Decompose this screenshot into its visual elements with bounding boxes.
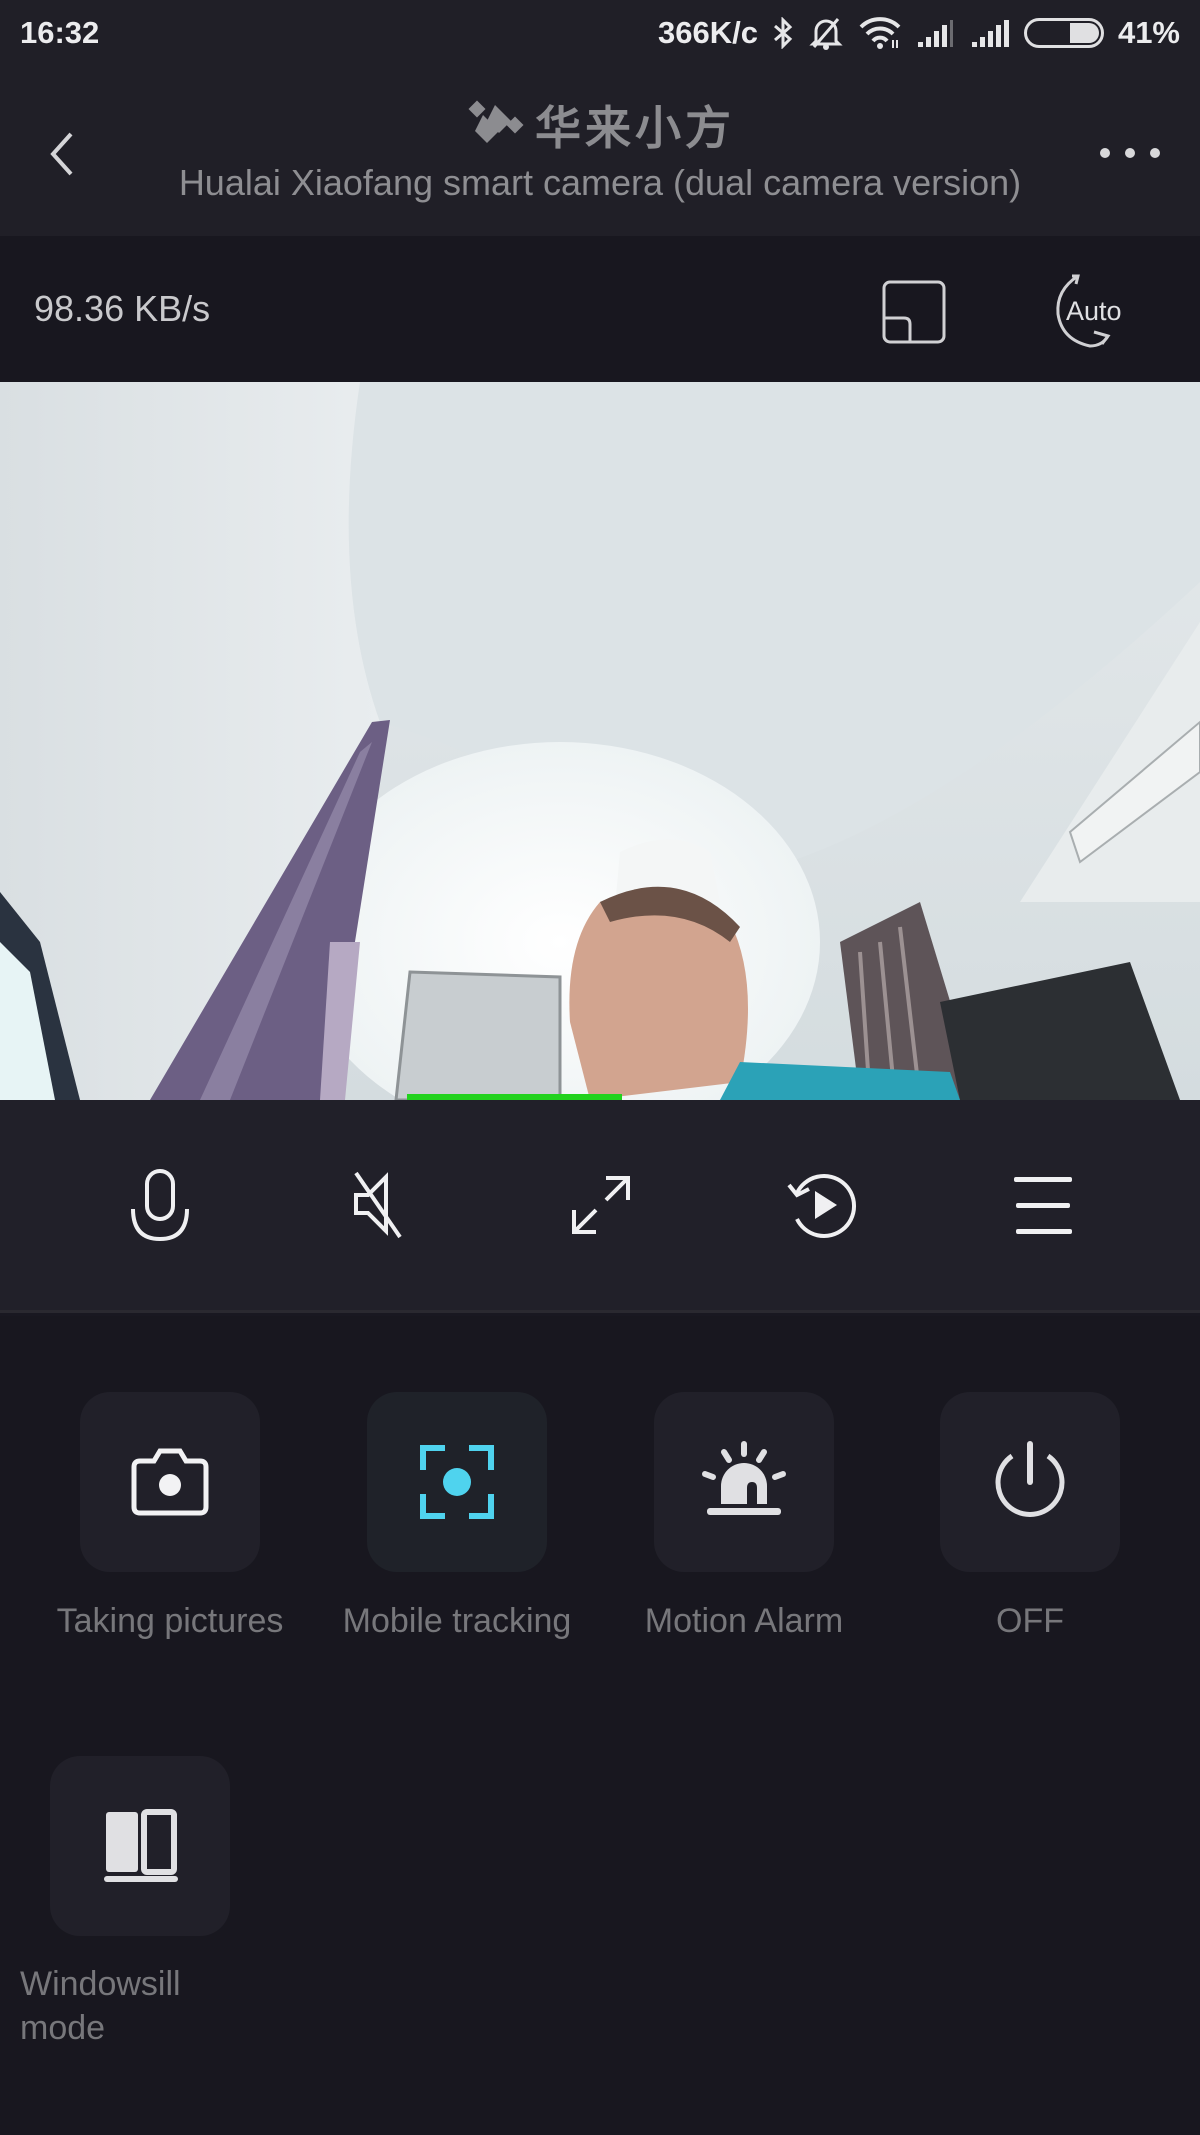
menu-button[interactable]	[998, 1160, 1088, 1250]
feature-motion-alarm[interactable]: Motion Alarm	[624, 1392, 864, 1641]
bluetooth-icon	[772, 17, 794, 49]
feature-mobile-tracking[interactable]: Mobile tracking	[337, 1392, 577, 1641]
motion-alarm-button[interactable]	[654, 1392, 834, 1572]
speaker-muted-icon	[354, 1171, 402, 1239]
brand-logo: 华来小方	[0, 92, 1200, 158]
feature-label: Taking pictures	[56, 1602, 284, 1640]
feature-label: Mobile tracking	[342, 1602, 572, 1640]
expand-icon	[572, 1176, 630, 1234]
playback-button[interactable]	[776, 1160, 866, 1250]
night-vision-auto-icon: Auto	[1056, 274, 1122, 348]
night-mode-label: Auto	[1066, 296, 1122, 326]
status-icons: 366K/с 41%	[658, 15, 1180, 51]
feature-windowsill-mode[interactable]: Windowsill mode	[20, 1756, 290, 2050]
device-subtitle: Hualai Xiaofang smart camera (dual camer…	[178, 162, 1022, 203]
wifi-icon	[858, 16, 902, 50]
menu-icon	[1014, 1177, 1072, 1234]
feature-power[interactable]: OFF	[910, 1392, 1150, 1641]
playback-controls	[0, 1100, 1200, 1313]
windowsill-mode-button[interactable]	[50, 1756, 230, 1936]
windowsill-icon	[104, 1809, 178, 1882]
bitrate-readout: 98.36 KB/s	[34, 288, 211, 329]
picture-in-picture-icon	[882, 280, 946, 344]
video-frame	[0, 382, 1200, 1100]
brand-name: 华来小方	[535, 101, 735, 155]
status-bar: 16:32 366K/с 41%	[0, 0, 1200, 66]
mobile-tracking-button[interactable]	[367, 1392, 547, 1572]
mute-button[interactable]	[332, 1160, 422, 1250]
feature-label: OFF	[996, 1602, 1064, 1640]
status-time: 16:32	[20, 15, 100, 50]
xiaofang-logo-icon	[468, 100, 524, 143]
live-video-feed[interactable]	[0, 382, 1200, 1100]
feature-label: Windowsill mode	[20, 1965, 181, 2047]
more-options-button[interactable]	[1100, 138, 1160, 168]
camera-icon	[131, 1448, 209, 1516]
night-vision-button[interactable]: Auto	[1050, 270, 1140, 350]
more-dot	[1150, 148, 1160, 158]
feature-taking-pictures[interactable]: Taking pictures	[50, 1392, 290, 1641]
feature-label: Motion Alarm	[644, 1602, 844, 1640]
replay-icon	[787, 1174, 857, 1238]
stream-info-bar: 98.36 KB/s Auto	[0, 236, 1200, 382]
picture-in-picture-button[interactable]	[880, 276, 948, 344]
signal-icon	[970, 18, 1010, 48]
app-header: 华来小方 Hualai Xiaofang smart camera (dual …	[0, 66, 1200, 236]
tracking-focus-icon	[420, 1445, 494, 1519]
battery-level	[1070, 23, 1099, 43]
feature-grid: Taking pictures Mobile tracking Motion A…	[0, 1316, 1200, 2135]
taking-pictures-button[interactable]	[80, 1392, 260, 1572]
more-dots-icon	[1100, 148, 1110, 158]
alarm-off-icon	[808, 15, 844, 51]
microphone-button[interactable]	[115, 1160, 205, 1250]
siren-icon	[702, 1441, 786, 1515]
battery-percent: 41%	[1117, 15, 1180, 50]
power-off-button[interactable]	[940, 1392, 1120, 1572]
signal-icon	[916, 18, 956, 48]
fullscreen-button[interactable]	[556, 1160, 646, 1250]
microphone-icon	[131, 1169, 189, 1242]
more-dot	[1125, 148, 1135, 158]
battery-icon	[1023, 18, 1104, 48]
power-icon	[995, 1441, 1065, 1517]
network-speed: 366K/с	[657, 15, 758, 50]
